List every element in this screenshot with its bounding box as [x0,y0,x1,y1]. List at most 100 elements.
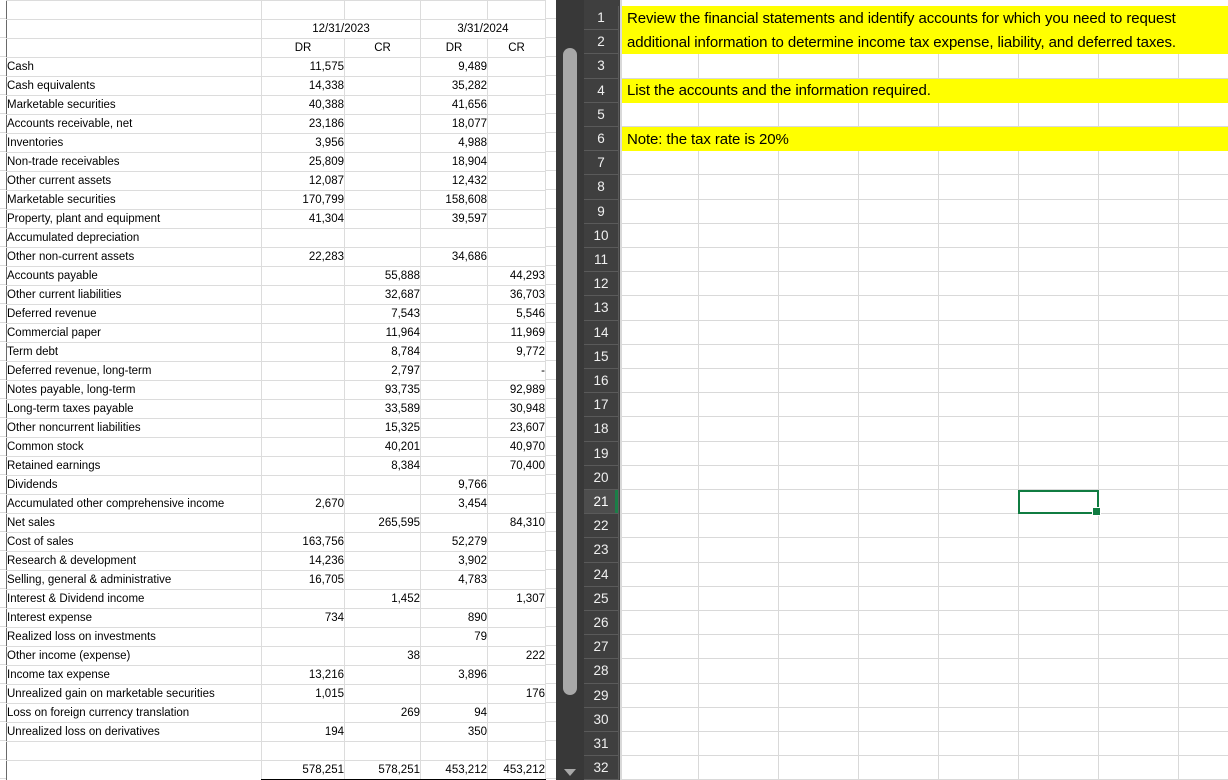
account-name-cell[interactable]: Commercial paper [6,323,262,343]
sheet-row-14[interactable] [622,321,1228,345]
row-header-15[interactable]: 15 [584,344,619,369]
amount-cell[interactable] [344,722,421,742]
amount-cell[interactable]: 734 [261,608,345,628]
sheet-row-29[interactable] [622,684,1228,708]
sheet-row-30[interactable] [622,708,1228,732]
amount-cell[interactable]: 52,279 [420,532,488,552]
amount-cell[interactable] [487,190,546,210]
row-header-9[interactable]: 9 [584,199,619,224]
amount-cell[interactable] [487,570,546,590]
amount-cell[interactable]: 30,948 [487,399,546,419]
amount-cell[interactable]: 18,077 [420,114,488,134]
amount-cell[interactable]: 9,766 [420,475,488,495]
row-header-21[interactable]: 21 [584,490,619,515]
account-name-cell[interactable]: Dividends [6,475,262,495]
account-name-cell[interactable]: Accounts payable [6,266,262,286]
row-header-8[interactable]: 8 [584,175,619,200]
sheet-row-15[interactable] [622,345,1228,369]
amount-cell[interactable] [487,722,546,742]
amount-cell[interactable] [344,171,421,191]
row-header-10[interactable]: 10 [584,223,619,248]
amount-cell[interactable]: 14,236 [261,551,345,571]
amount-cell[interactable] [261,304,345,324]
amount-cell[interactable] [420,456,488,476]
amount-cell[interactable]: 12,087 [261,171,345,191]
total-dr-2024[interactable]: 453,212 [420,760,488,780]
amount-cell[interactable]: 4,988 [420,133,488,153]
amount-cell[interactable] [487,152,546,172]
amount-cell[interactable]: 176 [487,684,546,704]
amount-cell[interactable]: 32,687 [344,285,421,305]
row-header-13[interactable]: 13 [584,296,619,321]
amount-cell[interactable] [344,570,421,590]
amount-cell[interactable] [487,551,546,571]
cr-header-2024[interactable]: CR [487,38,546,58]
amount-cell[interactable]: 9,772 [487,342,546,362]
account-name-cell[interactable]: Property, plant and equipment [6,209,262,229]
account-name-cell[interactable]: Other non-current assets [6,247,262,267]
total-cr-2023[interactable]: 578,251 [344,760,421,780]
amount-cell[interactable] [487,665,546,685]
sheet-row-3[interactable] [622,54,1228,79]
sheet-row-19[interactable] [622,442,1228,466]
row-header-7[interactable]: 7 [584,151,619,176]
account-name-cell[interactable]: Deferred revenue [6,304,262,324]
amount-cell[interactable] [261,589,345,609]
vertical-scrollbar[interactable] [556,0,584,780]
account-name-cell[interactable]: Other noncurrent liabilities [6,418,262,438]
amount-cell[interactable] [487,703,546,723]
sheet-row-31[interactable] [622,732,1228,757]
account-name-cell[interactable]: Non-trade receivables [6,152,262,172]
note-cell-row-6[interactable]: Note: the tax rate is 20% [622,127,1228,152]
amount-cell[interactable]: 170,799 [261,190,345,210]
amount-cell[interactable] [420,380,488,400]
amount-cell[interactable]: 44,293 [487,266,546,286]
amount-cell[interactable] [487,95,546,115]
note-cell-row-2[interactable]: additional information to determine inco… [622,30,1228,55]
amount-cell[interactable] [420,437,488,457]
amount-cell[interactable]: 222 [487,646,546,666]
amount-cell[interactable]: 8,784 [344,342,421,362]
row-header-3[interactable]: 3 [584,54,619,79]
total-cr-2024[interactable]: 453,212 [487,760,546,780]
amount-cell[interactable]: 163,756 [261,532,345,552]
row-header-5[interactable]: 5 [584,102,619,127]
amount-cell[interactable] [487,171,546,191]
amount-cell[interactable] [344,532,421,552]
account-name-cell[interactable]: Cost of sales [6,532,262,552]
row-header-27[interactable]: 27 [584,635,619,660]
amount-cell[interactable] [344,684,421,704]
amount-cell[interactable]: 3,454 [420,494,488,514]
amount-cell[interactable]: 34,686 [420,247,488,267]
amount-cell[interactable] [261,703,345,723]
amount-cell[interactable] [344,494,421,514]
amount-cell[interactable] [261,266,345,286]
amount-cell[interactable]: 40,970 [487,437,546,457]
sheet-row-24[interactable] [622,563,1228,587]
amount-cell[interactable] [420,342,488,362]
account-name-cell[interactable]: Interest & Dividend income [6,589,262,609]
account-name-cell[interactable]: Other income (expense) [6,646,262,666]
row-header-22[interactable]: 22 [584,514,619,539]
note-cell-row-4[interactable]: List the accounts and the information re… [622,78,1228,103]
amount-cell[interactable]: 36,703 [487,285,546,305]
sheet-row-5[interactable] [622,103,1228,127]
account-name-cell[interactable]: Income tax expense [6,665,262,685]
amount-cell[interactable] [420,228,488,248]
amount-cell[interactable] [261,285,345,305]
amount-cell[interactable] [261,513,345,533]
amount-cell[interactable] [344,247,421,267]
row-header-20[interactable]: 20 [584,465,619,490]
scrollbar-thumb[interactable] [563,48,577,695]
selected-cell[interactable] [1018,490,1101,516]
row-header-28[interactable]: 28 [584,659,619,684]
amount-cell[interactable] [420,399,488,419]
amount-cell[interactable]: 41,656 [420,95,488,115]
amount-cell[interactable]: 265,595 [344,513,421,533]
row-header-25[interactable]: 25 [584,586,619,611]
amount-cell[interactable] [487,475,546,495]
amount-cell[interactable]: 2,670 [261,494,345,514]
amount-cell[interactable]: 5,546 [487,304,546,324]
amount-cell[interactable]: 350 [420,722,488,742]
sheet-row-8[interactable] [622,175,1228,200]
